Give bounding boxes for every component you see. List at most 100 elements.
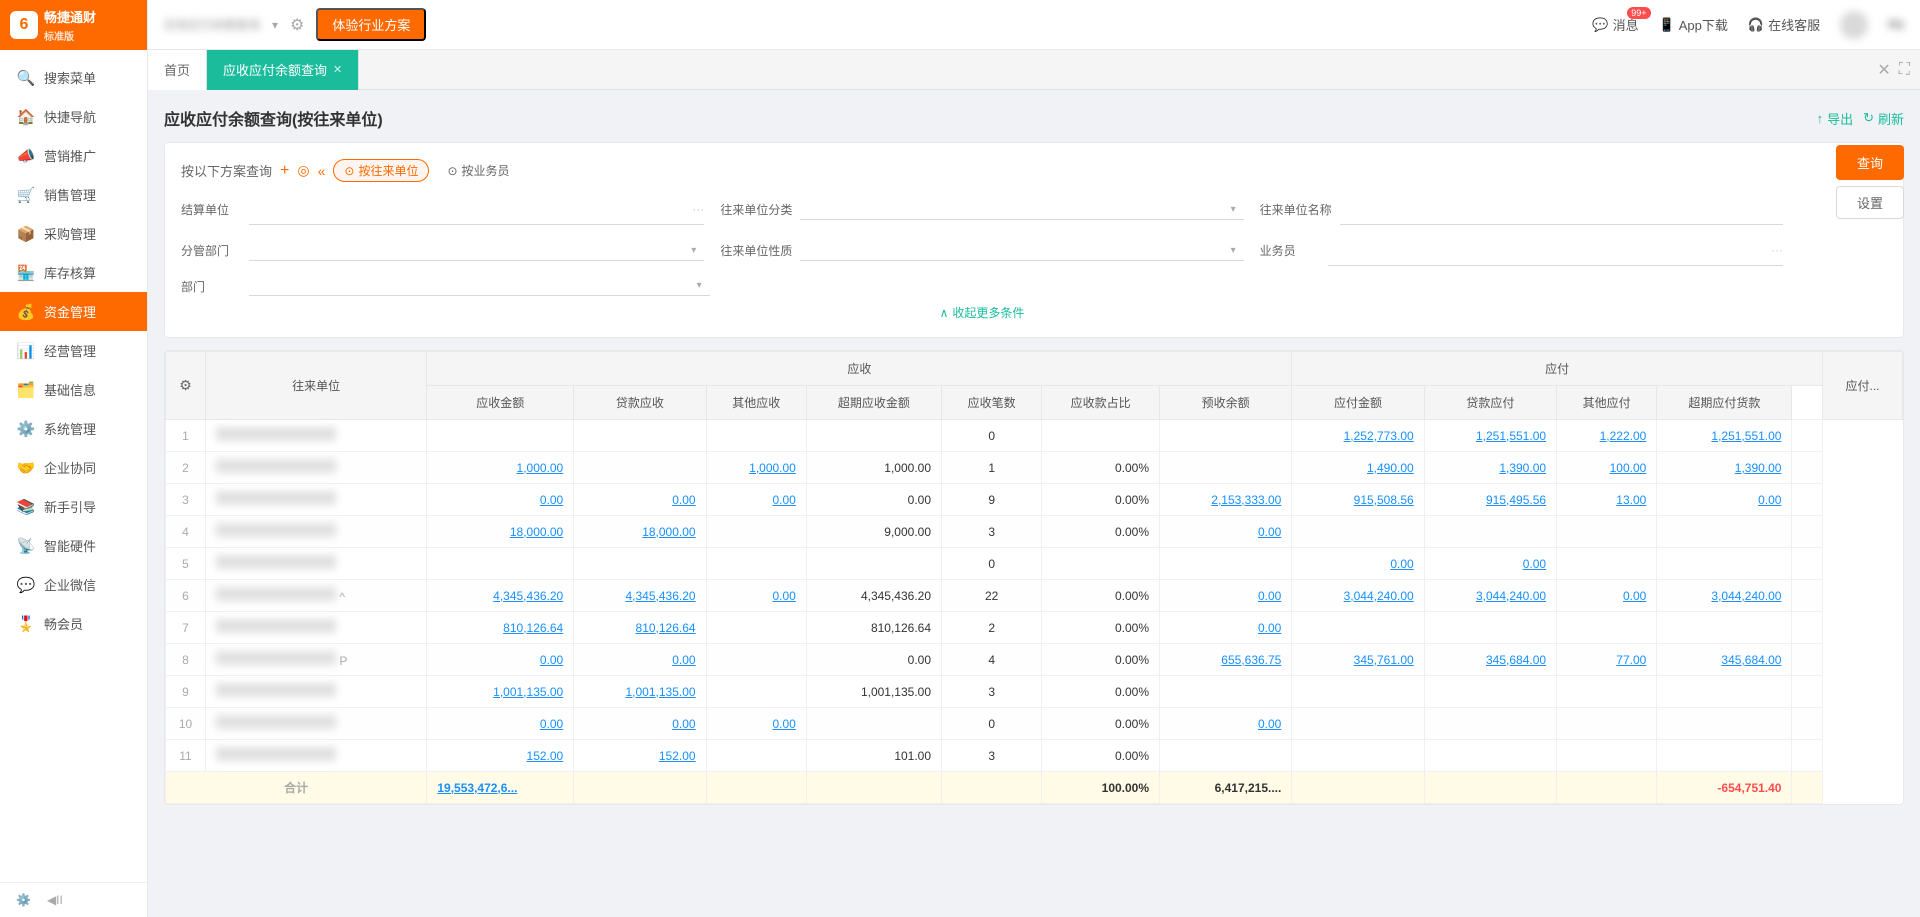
footer-empty7 <box>1557 772 1657 804</box>
partner-cell <box>206 452 427 484</box>
sidebar-item-member[interactable]: 🎖️ 畅会员 <box>0 604 147 643</box>
sidebar-logo: 6 畅捷通财 标准版 <box>0 0 147 50</box>
fenguan-label: 分管部门 <box>181 242 241 259</box>
jiesuan-dots[interactable]: ··· <box>692 202 704 216</box>
yewu-dots[interactable]: ··· <box>1771 243 1783 257</box>
promo-button[interactable]: 体验行业方案 <box>316 8 426 41</box>
footer-yingshou: 19,553,472,6... <box>427 772 574 804</box>
sidebar-item-system[interactable]: ⚙️ 系统管理 <box>0 409 147 448</box>
sidebar-item-guide[interactable]: 📚 新手引导 <box>0 487 147 526</box>
table-row: 418,000.0018,000.009,000.0030.00%0.00 <box>166 516 1903 548</box>
footer-empty6 <box>1424 772 1556 804</box>
breadcrumb-dropdown[interactable]: ▾ <box>272 18 278 32</box>
partner-cell <box>206 708 427 740</box>
th-other-yingshou: 其他应收 <box>706 386 806 420</box>
partner-cell <box>206 516 427 548</box>
top-header: 应收应付余额查询 ▾ ⚙ 体验行业方案 💬 消息 99+ 📱 App下载 🎧 在… <box>148 0 1920 50</box>
scheme-staff-tab[interactable]: ⊙ 按业务员 <box>437 160 519 181</box>
yewu-label: 业务员 <box>1260 242 1320 259</box>
sidebar-item-inventory[interactable]: 🏪 库存核算 <box>0 253 147 292</box>
sidebar-item-label: 快捷导航 <box>44 107 96 126</box>
sidebar-item-wechat[interactable]: 💬 企业微信 <box>0 565 147 604</box>
footer-empty8 <box>1792 772 1823 804</box>
scheme-icon: ⊙ <box>344 164 354 178</box>
dept-select[interactable]: ▾ <box>249 276 710 296</box>
th-yingfu-amount: 应付金额 <box>1292 386 1424 420</box>
sidebar-item-management[interactable]: 📊 经营管理 <box>0 331 147 370</box>
th-yingshou-group: 应收 <box>427 352 1292 386</box>
wanglai-cat-arrow: ▾ <box>1231 204 1236 215</box>
export-button[interactable]: ↑ 导出 <box>1817 109 1854 128</box>
sidebar-item-label: 系统管理 <box>44 419 96 438</box>
table-row: 101,252,773.001,251,551.001,222.001,251,… <box>166 420 1903 452</box>
sidebar-item-label: 资金管理 <box>44 302 96 321</box>
jiesuan-input[interactable] <box>249 198 688 220</box>
sidebar-item-search[interactable]: 🔍 搜索菜单 <box>0 58 147 97</box>
filter-top: 按以下方案查询 + ◎ « ⊙ 按往来单位 ⊙ 按业务员 <box>181 159 1783 182</box>
wanglai-name-label: 往来单位名称 <box>1260 201 1332 218</box>
th-count: 应收笔数 <box>942 386 1042 420</box>
fenguan-select[interactable]: ▾ <box>249 241 704 261</box>
setting-button[interactable]: 设置 <box>1836 186 1904 219</box>
target-icon[interactable]: ◎ <box>297 162 309 179</box>
th-daikuan-yingshou: 贷款应收 <box>574 386 706 420</box>
purchase-icon: 📦 <box>16 225 36 243</box>
window-close-icon[interactable]: ✕ <box>1877 60 1890 80</box>
home-icon: 🏠 <box>16 108 36 126</box>
app-download-button[interactable]: 📱 App下载 <box>1659 15 1728 34</box>
sidebar-item-hardware[interactable]: 📡 智能硬件 <box>0 526 147 565</box>
sidebar-item-marketing[interactable]: 📣 营销推广 <box>0 136 147 175</box>
yewu-input[interactable] <box>1328 239 1767 261</box>
wanglai-nature-select[interactable]: ▾ <box>800 241 1243 261</box>
wanglai-cat-select[interactable]: ▾ <box>800 200 1243 220</box>
scheme-partner-tab[interactable]: ⊙ 按往来单位 <box>333 159 429 182</box>
dept-arrow: ▾ <box>697 280 702 291</box>
collapse-btn-icon[interactable]: « <box>318 163 326 179</box>
fenguan-arrow: ▾ <box>691 245 696 256</box>
wanglai-name-input[interactable] <box>1340 198 1783 220</box>
sidebar-item-label: 企业协同 <box>44 458 96 477</box>
filter-row-1: 结算单位 ··· 往来单位分类 ▾ 往来单位 <box>181 194 1783 225</box>
table-row: 21,000.001,000.001,000.0010.00%1,490.001… <box>166 452 1903 484</box>
logo-subtitle: 标准版 <box>44 28 96 43</box>
tab-close-icon[interactable]: ✕ <box>333 63 342 76</box>
th-yingshou-amount: 应收金额 <box>427 386 574 420</box>
table-settings-icon[interactable]: ⚙ <box>179 377 192 393</box>
settings-bottom-icon[interactable]: ⚙️ <box>16 893 31 907</box>
footer-empty3 <box>806 772 941 804</box>
sidebar-item-sales[interactable]: 🛒 销售管理 <box>0 175 147 214</box>
sidebar-item-nav[interactable]: 🏠 快捷导航 <box>0 97 147 136</box>
user-avatar[interactable] <box>1840 11 1868 39</box>
partner-cell <box>206 740 427 772</box>
th-yingfu-group: 应付 <box>1292 352 1823 386</box>
service-button[interactable]: 🎧 在线客服 <box>1748 15 1820 34</box>
dept-label: 部门 <box>181 278 241 295</box>
tab-home[interactable]: 首页 <box>148 50 207 90</box>
scheme-partner-label: 按往来单位 <box>358 162 418 179</box>
wanglai-nature-label: 往来单位性质 <box>720 242 792 259</box>
filter-rows: 结算单位 ··· 往来单位分类 ▾ 往来单位 <box>181 194 1783 296</box>
page-title: 应收应付余额查询(按往来单位) <box>164 106 383 130</box>
refresh-button[interactable]: ↻ 刷新 <box>1863 109 1904 128</box>
tab-receivables[interactable]: 应收应付余额查询 ✕ <box>207 50 359 90</box>
refresh-icon: ↻ <box>1863 110 1874 126</box>
collapse-icon[interactable]: ◀II <box>47 893 63 907</box>
query-button[interactable]: 查询 <box>1836 145 1904 180</box>
table-row: 11152.00152.00101.0030.00% <box>166 740 1903 772</box>
sidebar-item-basic[interactable]: 🗂️ 基础信息 <box>0 370 147 409</box>
collab-icon: 🤝 <box>16 459 36 477</box>
add-filter-button[interactable]: + <box>280 162 289 180</box>
window-expand-icon[interactable]: ⛶ <box>1899 61 1910 79</box>
member-icon: 🎖️ <box>16 615 36 633</box>
th-partner: 往来单位 <box>206 352 427 420</box>
sidebar-item-collab[interactable]: 🤝 企业协同 <box>0 448 147 487</box>
system-icon: ⚙️ <box>16 420 36 438</box>
app-label: App下载 <box>1679 15 1728 34</box>
collapse-more-btn[interactable]: ∧ 收起更多条件 <box>181 304 1783 321</box>
scheme-staff-label: 按业务员 <box>462 162 510 179</box>
sidebar-item-purchase[interactable]: 📦 采购管理 <box>0 214 147 253</box>
sidebar-item-finance[interactable]: 💰 资金管理 <box>0 292 147 331</box>
user-name: Rit <box>1888 17 1904 32</box>
message-button[interactable]: 💬 消息 99+ <box>1592 15 1638 34</box>
gear-icon[interactable]: ⚙ <box>290 15 304 35</box>
